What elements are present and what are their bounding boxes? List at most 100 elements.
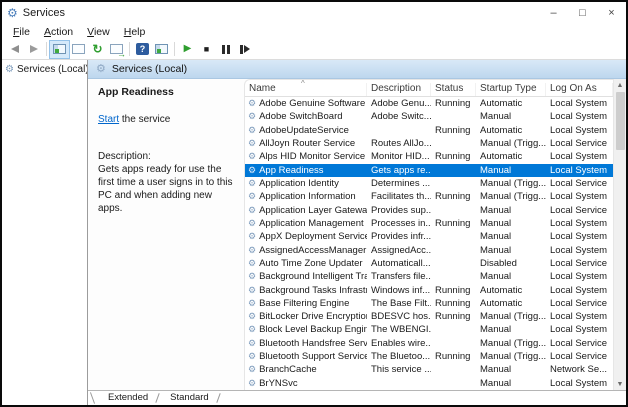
column-header-status[interactable]: Status <box>431 83 476 96</box>
refresh-icon[interactable]: ↻ <box>88 41 107 58</box>
service-gear-icon: ⚙ <box>248 325 256 334</box>
service-name-cell: ⚙Background Tasks Infrastruc... <box>245 283 367 296</box>
column-header-startup-type[interactable]: Startup Type <box>476 83 546 96</box>
service-name-text: BrYNSvc <box>259 378 298 389</box>
table-row[interactable]: ⚙Auto Time Zone UpdaterAutomaticall...Di… <box>245 257 613 270</box>
export-list-icon[interactable]: → <box>107 41 126 58</box>
service-name-cell: ⚙Application Information <box>245 190 367 203</box>
menu-item-help[interactable]: Help <box>117 26 153 38</box>
table-row[interactable]: ⚙Alps HID Monitor ServiceMonitor HID...R… <box>245 150 613 163</box>
service-logon-cell: Local System <box>546 110 613 123</box>
forward-icon[interactable] <box>24 41 43 58</box>
table-row[interactable]: ⚙AssignedAccessManager Ser...AssignedAcc… <box>245 243 613 256</box>
scrollbar-thumb[interactable] <box>616 92 625 150</box>
service-logon-cell: Local System <box>546 190 613 203</box>
service-startup-cell: Manual <box>476 270 546 283</box>
app-icon: ⚙ <box>7 7 18 19</box>
service-status-cell <box>431 177 476 190</box>
service-description-cell <box>367 124 431 137</box>
service-logon-cell: Local Service <box>546 337 613 350</box>
table-row[interactable]: ⚙Application IdentityDetermines ...Manua… <box>245 177 613 190</box>
table-row[interactable]: ⚙AllJoyn Router ServiceRoutes AllJo...Ma… <box>245 137 613 150</box>
table-row[interactable]: ⚙Bluetooth Handsfree ServiceEnables wire… <box>245 337 613 350</box>
minimize-button[interactable]: – <box>539 2 568 24</box>
service-startup-cell: Manual <box>476 323 546 336</box>
console-tree: ⚙ Services (Local) <box>2 60 88 405</box>
table-row[interactable]: ⚙BrYNSvcManualLocal System <box>245 377 613 390</box>
service-startup-cell: Manual <box>476 204 546 217</box>
service-status-cell: Running <box>431 283 476 296</box>
tab-standard[interactable]: Standard <box>162 392 223 404</box>
column-header-name[interactable]: Name <box>245 83 367 96</box>
table-row[interactable]: ⚙Background Intelligent Tran...Transfers… <box>245 270 613 283</box>
table-row[interactable]: ⚙Application Layer Gateway S...Provides … <box>245 204 613 217</box>
show-console-tree-icon[interactable] <box>50 41 69 58</box>
service-logon-cell: Local System <box>546 323 613 336</box>
service-startup-cell: Manual <box>476 363 546 376</box>
pause-service-icon[interactable] <box>216 41 235 58</box>
back-icon[interactable] <box>5 41 24 58</box>
toolbar-separator <box>174 42 175 56</box>
view-tabs: ExtendedStandard <box>88 390 626 405</box>
service-startup-cell: Automatic <box>476 283 546 296</box>
services-local-header-label: Services (Local) <box>112 63 187 75</box>
table-row[interactable]: ⚙Adobe Genuine Software Int...Adobe Genu… <box>245 97 613 110</box>
table-row[interactable]: ⚙App ReadinessGets apps re...ManualLocal… <box>245 164 613 177</box>
start-service-icon[interactable]: ▶ <box>178 41 197 58</box>
restart-service-icon[interactable] <box>235 41 254 58</box>
sort-ascending-icon: ^ <box>301 79 305 88</box>
main-pane: ⚙ Services (Local) App Readiness Start t… <box>88 60 626 405</box>
service-startup-cell: Automatic <box>476 150 546 163</box>
tab-extended[interactable]: Extended <box>100 392 162 404</box>
service-gear-icon: ⚙ <box>248 99 256 108</box>
menu-item-file[interactable]: File <box>6 26 37 38</box>
close-button[interactable]: × <box>597 2 626 24</box>
selected-service-name: App Readiness <box>98 86 236 98</box>
table-row[interactable]: ⚙BitLocker Drive Encryption S...BDESVC h… <box>245 310 613 323</box>
column-header-log-on-as[interactable]: Log On As <box>546 83 613 96</box>
service-status-cell: Running <box>431 310 476 323</box>
service-description-cell: Determines ... <box>367 177 431 190</box>
service-name-cell: ⚙BranchCache <box>245 363 367 376</box>
description-label: Description: <box>98 151 236 162</box>
start-service-link[interactable]: Start <box>98 114 119 125</box>
service-description-cell <box>367 377 431 390</box>
service-name-text: Bluetooth Support Service <box>259 351 367 362</box>
service-description-cell: Routes AllJo... <box>367 137 431 150</box>
service-gear-icon: ⚙ <box>248 219 256 228</box>
table-row[interactable]: ⚙Background Tasks Infrastruc...Windows i… <box>245 283 613 296</box>
service-name-cell: ⚙Base Filtering Engine <box>245 297 367 310</box>
service-logon-cell: Local System <box>546 97 613 110</box>
vertical-scrollbar[interactable]: ▲ ▼ <box>613 79 626 390</box>
menu-bar: FileActionViewHelp <box>2 24 626 39</box>
table-row[interactable]: ⚙Base Filtering EngineThe Base Filt...Ru… <box>245 297 613 310</box>
service-startup-cell: Automatic <box>476 297 546 310</box>
show-action-pane-icon[interactable] <box>152 41 171 58</box>
service-name-cell: ⚙Adobe SwitchBoard <box>245 110 367 123</box>
table-row[interactable]: ⚙Block Level Backup Engine S...The WBENG… <box>245 323 613 336</box>
service-logon-cell: Local System <box>546 217 613 230</box>
table-row[interactable]: ⚙Application InformationFacilitates th..… <box>245 190 613 203</box>
table-row[interactable]: ⚙AppX Deployment Service (A...Provides i… <box>245 230 613 243</box>
scroll-down-icon[interactable]: ▼ <box>614 378 627 390</box>
service-name-text: AssignedAccessManager Ser... <box>259 245 367 256</box>
tree-item-services-local[interactable]: ⚙ Services (Local) <box>2 62 87 77</box>
service-logon-cell: Local System <box>546 377 613 390</box>
menu-item-view[interactable]: View <box>80 26 117 38</box>
maximize-button[interactable]: □ <box>568 2 597 24</box>
table-row[interactable]: ⚙BranchCacheThis service ...ManualNetwor… <box>245 363 613 376</box>
service-startup-cell: Manual <box>476 230 546 243</box>
scroll-up-icon[interactable]: ▲ <box>614 79 627 91</box>
properties-icon[interactable] <box>69 41 88 58</box>
table-row[interactable]: ⚙Application ManagementProcesses in...Ru… <box>245 217 613 230</box>
service-description-cell: Transfers file... <box>367 270 431 283</box>
menu-item-action[interactable]: Action <box>37 26 80 38</box>
stop-service-icon[interactable]: ■ <box>197 41 216 58</box>
service-description-cell: The Base Filt... <box>367 297 431 310</box>
column-header-description[interactable]: Description <box>367 83 431 96</box>
table-row[interactable]: ⚙Bluetooth Support ServiceThe Bluetoo...… <box>245 350 613 363</box>
table-row[interactable]: ⚙AdobeUpdateServiceRunningAutomaticLocal… <box>245 124 613 137</box>
service-description-cell: Automaticall... <box>367 257 431 270</box>
help-icon[interactable]: ? <box>133 41 152 58</box>
table-row[interactable]: ⚙Adobe SwitchBoardAdobe Switc...ManualLo… <box>245 110 613 123</box>
